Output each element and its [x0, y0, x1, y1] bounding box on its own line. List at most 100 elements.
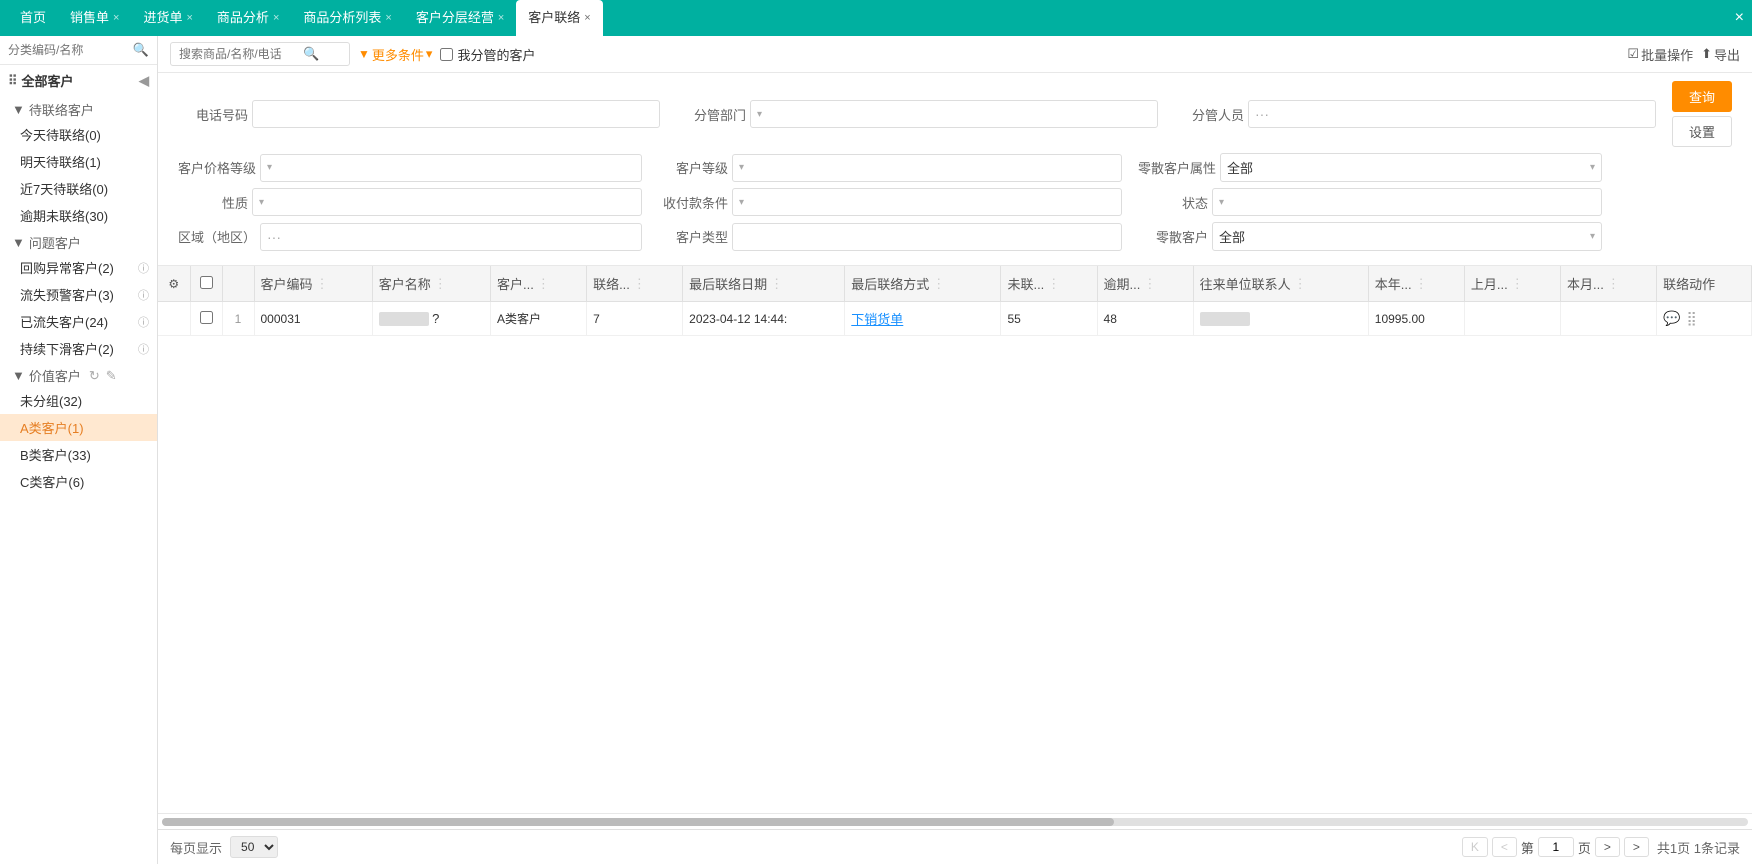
- customer-table: ⚙ 客户编码 ⋮ 客户名称: [158, 266, 1752, 336]
- settings-button[interactable]: 设置: [1672, 116, 1732, 147]
- scrollbar-thumb[interactable]: [162, 818, 1114, 826]
- select-all-checkbox[interactable]: [200, 276, 213, 289]
- row-last-date: 2023-04-12 14:44:: [683, 302, 845, 336]
- chevron-icon: ▾: [757, 109, 762, 120]
- prev-page-btn[interactable]: <: [1492, 837, 1517, 857]
- close-customer-segment[interactable]: ×: [498, 0, 504, 36]
- filter-phone: 电话号码: [170, 100, 668, 128]
- page-size-label: 每页显示: [170, 838, 222, 857]
- sidebar-item-tomorrow-pending[interactable]: 明天待联络(1): [0, 148, 157, 175]
- filter-payment: 收付款条件 ▾: [650, 188, 1130, 216]
- close-all-tabs[interactable]: ×: [1735, 9, 1744, 27]
- page-size-select[interactable]: 50: [230, 836, 278, 858]
- next-page-btn[interactable]: >: [1595, 837, 1620, 857]
- retail-customer-select[interactable]: 全部 ▾: [1212, 222, 1602, 251]
- arrow-down-icon2: ▼: [12, 235, 25, 250]
- close-product-analysis-list[interactable]: ×: [385, 0, 391, 36]
- my-customers-check[interactable]: [440, 48, 453, 61]
- query-settings-group: 查询 设置: [1664, 81, 1740, 147]
- table-row: 1 000031 ? A类客户 7 2023-04-12 14:44: 下销货单…: [158, 302, 1752, 336]
- sidebar-item-c-class[interactable]: C类客户(6): [0, 468, 157, 495]
- retail-attr-select[interactable]: 全部 ▾: [1220, 153, 1602, 182]
- last-page-btn[interactable]: >: [1624, 837, 1649, 857]
- col-this-month: 本月... ⋮: [1560, 266, 1656, 302]
- row-last-method: 下销货单: [845, 302, 1001, 336]
- filter-row-3: 性质 ▾ 收付款条件 ▾ 状态 ▾: [170, 188, 1740, 216]
- nav-product-analysis-list[interactable]: 商品分析列表 ×: [291, 0, 403, 36]
- qr-icon[interactable]: ⣿: [1687, 310, 1697, 327]
- manager-input[interactable]: ···: [1248, 100, 1656, 128]
- nav-sales-order[interactable]: 销售单 ×: [58, 0, 131, 36]
- nav-customer-segment[interactable]: 客户分层经营 ×: [404, 0, 516, 36]
- close-customer-contact[interactable]: ×: [584, 0, 590, 36]
- row-name: ?: [372, 302, 490, 336]
- customer-level-select[interactable]: ▾: [732, 154, 1122, 182]
- dots-icon: ···: [1255, 106, 1269, 122]
- group-pending-contact[interactable]: ▼ 待联络客户: [0, 96, 157, 121]
- nav-purchase-order[interactable]: 进货单 ×: [131, 0, 204, 36]
- more-filters-btn[interactable]: ▼ 更多条件 ▾: [358, 45, 432, 64]
- filter-manager: 分管人员 ···: [1166, 100, 1664, 128]
- close-purchase-order[interactable]: ×: [186, 0, 192, 36]
- nav-product-analysis[interactable]: 商品分析 ×: [205, 0, 291, 36]
- horizontal-scrollbar[interactable]: [158, 813, 1752, 829]
- nav-home[interactable]: 首页: [8, 0, 58, 36]
- refresh-icon[interactable]: ↻: [89, 368, 100, 384]
- last-method-link[interactable]: 下销货单: [851, 312, 903, 327]
- group-value-customers[interactable]: ▼ 价值客户 ↻ ✎: [0, 362, 157, 387]
- search-icon[interactable]: 🔍: [303, 46, 319, 62]
- sidebar-item-7days-pending[interactable]: 近7天待联络(0): [0, 175, 157, 202]
- chevron-icon3: ▾: [739, 162, 744, 173]
- col-this-year: 本年... ⋮: [1368, 266, 1464, 302]
- row-action: 💬 ⣿: [1657, 302, 1752, 336]
- customer-type-input[interactable]: [732, 223, 1122, 251]
- sidebar-search-input[interactable]: [8, 43, 129, 57]
- export-btn[interactable]: ⬆ 导出: [1701, 45, 1740, 64]
- payment-select[interactable]: ▾: [732, 188, 1122, 216]
- close-sales-order[interactable]: ×: [113, 0, 119, 36]
- status-select[interactable]: ▾: [1212, 188, 1602, 216]
- row-checkbox: [190, 302, 222, 336]
- sidebar-item-churned[interactable]: 已流失客户(24) ⓘ: [0, 308, 157, 335]
- group-problem-customers[interactable]: ▼ 问题客户: [0, 229, 157, 254]
- page-number-input[interactable]: [1538, 837, 1574, 857]
- nature-select[interactable]: ▾: [252, 188, 642, 216]
- filter-row-4: 区域（地区） ··· 客户类型 零散客户 全部 ▾: [170, 222, 1740, 251]
- first-page-btn[interactable]: K: [1462, 837, 1488, 857]
- batch-op-btn[interactable]: ☑ 批量操作: [1627, 45, 1693, 64]
- my-customers-checkbox: 我分管的客户: [440, 45, 535, 64]
- table-footer: 每页显示 50 K < 第 页 > > 共1页 1条记录: [158, 829, 1752, 864]
- edit-icon[interactable]: ✎: [106, 368, 117, 384]
- sidebar-collapse-icon[interactable]: ◀: [139, 73, 149, 89]
- close-product-analysis[interactable]: ×: [273, 0, 279, 36]
- pagination: K < 第 页 > >: [1462, 837, 1649, 857]
- sidebar-item-a-class[interactable]: A类客户(1): [0, 414, 157, 441]
- phone-input[interactable]: [252, 100, 660, 128]
- comment-icon[interactable]: 💬: [1663, 310, 1680, 327]
- query-button[interactable]: 查询: [1672, 81, 1732, 112]
- nav-customer-contact[interactable]: 客户联络 ×: [516, 0, 602, 36]
- col-overdue: 逾期... ⋮: [1097, 266, 1193, 302]
- sidebar-item-churn-warning[interactable]: 流失预警客户(3) ⓘ: [0, 281, 157, 308]
- scrollbar-track[interactable]: [162, 818, 1748, 826]
- col-settings[interactable]: ⚙: [158, 266, 190, 302]
- row-check[interactable]: [200, 311, 213, 324]
- sidebar-item-overdue-contact[interactable]: 逾期未联络(30): [0, 202, 157, 229]
- page-end-label: 页: [1578, 838, 1591, 857]
- sidebar-item-ungroup[interactable]: 未分组(32): [0, 387, 157, 414]
- price-level-select[interactable]: ▾: [260, 154, 642, 182]
- row-settings: [158, 302, 190, 336]
- main-search-input[interactable]: [179, 47, 299, 61]
- col-num: [222, 266, 254, 302]
- region-input[interactable]: ···: [260, 223, 642, 251]
- chevron-icon2: ▾: [267, 162, 272, 173]
- col-uncontacted: 未联... ⋮: [1001, 266, 1097, 302]
- sidebar-item-b-class[interactable]: B类客户(33): [0, 441, 157, 468]
- filter-customer-level: 客户等级 ▾: [650, 154, 1130, 182]
- sidebar-item-declining[interactable]: 持续下滑客户(2) ⓘ: [0, 335, 157, 362]
- sidebar-search-icon[interactable]: 🔍: [133, 42, 149, 58]
- dept-select[interactable]: ▾: [750, 100, 1158, 128]
- sidebar-item-repurchase-abnormal[interactable]: 回购异常客户(2) ⓘ: [0, 254, 157, 281]
- all-customers-header[interactable]: ⠿ 全部客户 ◀: [0, 65, 157, 96]
- sidebar-item-today-pending[interactable]: 今天待联络(0): [0, 121, 157, 148]
